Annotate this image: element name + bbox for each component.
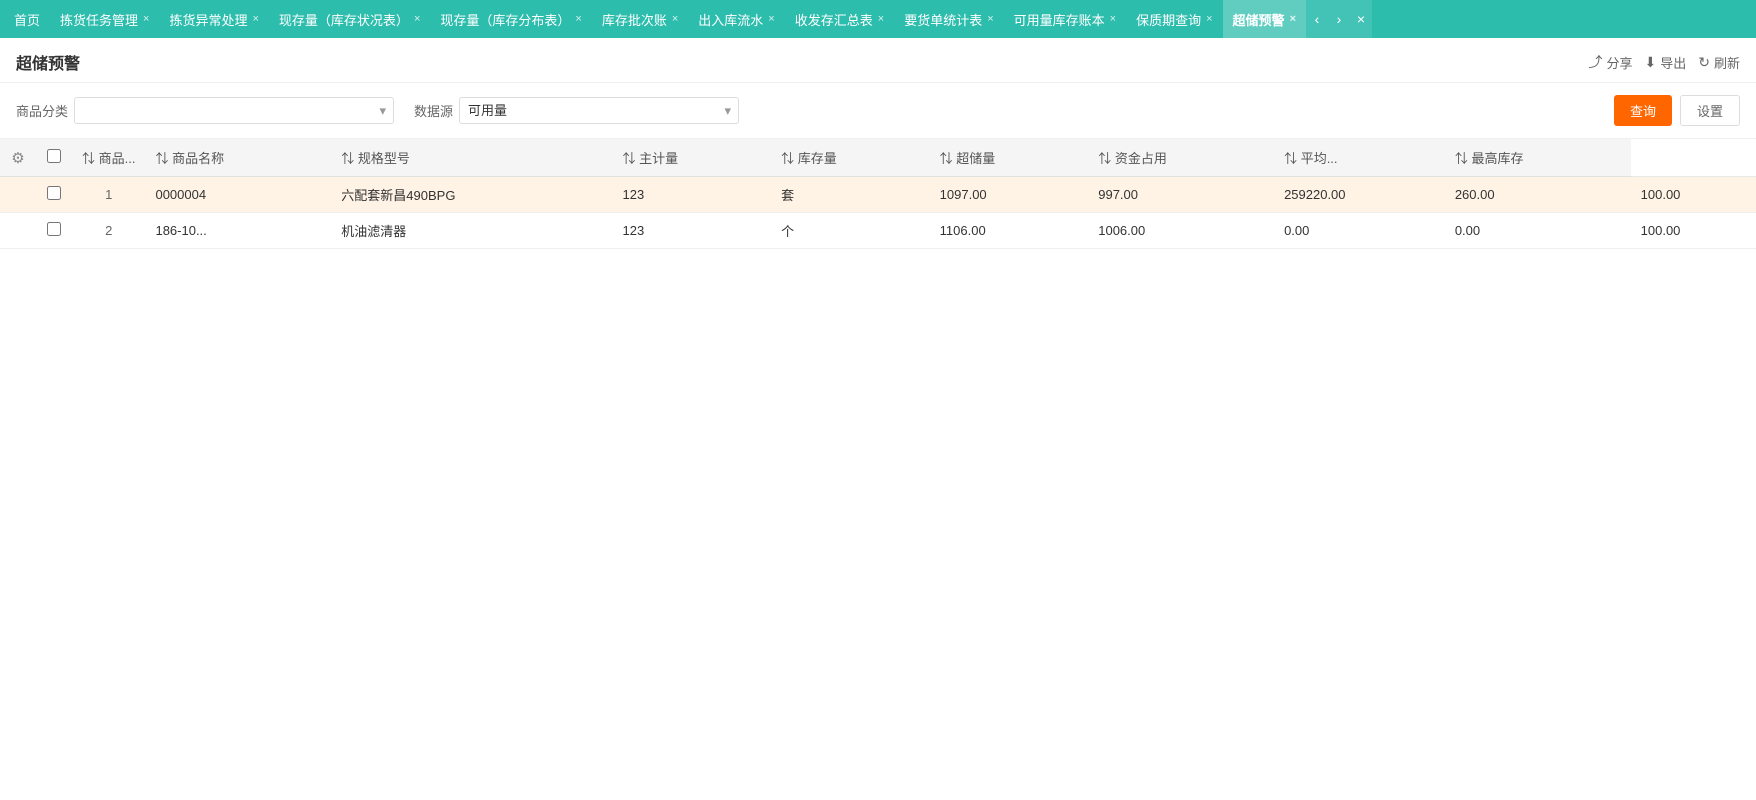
row-checkbox[interactable]: [47, 186, 61, 200]
product-name-column-header[interactable]: ⇅ 商品名称: [145, 139, 331, 177]
filter-bar: 商品分类 数据源 可用量 实际库存 查询 设置: [0, 83, 1756, 139]
row-product-code: 186-10...: [145, 213, 331, 249]
checkbox-column-header[interactable]: [36, 139, 72, 177]
export-button[interactable]: ⬇ 导出: [1645, 53, 1687, 72]
settings-gear-icon[interactable]: ⚙: [11, 150, 24, 167]
row-spec: 123: [613, 213, 772, 249]
close-icon[interactable]: ×: [1290, 13, 1296, 25]
close-icon[interactable]: ×: [414, 13, 420, 25]
export-icon: ⬇: [1645, 54, 1657, 71]
nav-overstock-warning[interactable]: 超储预警 ×: [1223, 0, 1306, 38]
nav-home[interactable]: 首页: [4, 0, 50, 38]
close-icon[interactable]: ×: [987, 13, 993, 25]
row-spec: 123: [613, 177, 772, 213]
row-overstock: 1006.00: [1088, 213, 1274, 249]
nav-order-statistics[interactable]: 要货单统计表 ×: [894, 0, 1003, 38]
row-checkbox[interactable]: [47, 222, 61, 236]
product-category-filter: 商品分类: [16, 97, 394, 124]
share-icon: ⤴: [1588, 52, 1602, 72]
row-settings[interactable]: [0, 213, 36, 249]
settings-button[interactable]: 设置: [1680, 95, 1740, 126]
row-index: 2: [72, 213, 145, 249]
row-stock: 1106.00: [930, 213, 1089, 249]
close-icon[interactable]: ×: [575, 13, 581, 25]
nav-batch-account[interactable]: 库存批次账 ×: [592, 0, 688, 38]
nav-inout-flow[interactable]: 出入库流水 ×: [688, 0, 784, 38]
data-table: ⚙ ⇅ 商品... ⇅ 商品名称 ⇅ 规格型号 ⇅ 主计量: [0, 139, 1756, 249]
nav-task-management[interactable]: 拣货任务管理 ×: [50, 0, 159, 38]
topbar: 首页 拣货任务管理 × 拣货异常处理 × 现存量（库存状况表） × 现存量（库存…: [0, 0, 1756, 38]
row-avg: 260.00: [1445, 177, 1631, 213]
nav-exception-processing[interactable]: 拣货异常处理 ×: [159, 0, 268, 38]
avg-column-header[interactable]: ⇅ 平均...: [1274, 139, 1445, 177]
overstock-column-header[interactable]: ⇅ 超储量: [930, 139, 1089, 177]
nav-close-button[interactable]: ×: [1350, 0, 1372, 38]
row-stock: 1097.00: [930, 177, 1089, 213]
close-icon[interactable]: ×: [252, 13, 258, 25]
nav-next-button[interactable]: ›: [1328, 0, 1350, 38]
refresh-button[interactable]: ↻ 刷新: [1698, 53, 1740, 72]
page-content: 超储预警 ⤴ 分享 ⬇ 导出 ↻ 刷新 商品分类: [0, 38, 1756, 800]
row-checkbox-cell[interactable]: [36, 213, 72, 249]
close-icon[interactable]: ×: [878, 13, 884, 25]
product-category-select-wrapper: [74, 97, 394, 124]
nav-prev-button[interactable]: ‹: [1306, 0, 1328, 38]
product-category-select[interactable]: [74, 97, 394, 124]
page-header: 超储预警 ⤴ 分享 ⬇ 导出 ↻ 刷新: [0, 38, 1756, 83]
spec-column-header[interactable]: ⇅ 规格型号: [331, 139, 612, 177]
nav-receipt-summary[interactable]: 收发存汇总表 ×: [785, 0, 894, 38]
row-index: 1: [72, 177, 145, 213]
data-source-label: 数据源: [414, 101, 453, 120]
nav-warranty-query[interactable]: 保质期查询 ×: [1126, 0, 1222, 38]
settings-column-header[interactable]: ⚙: [0, 139, 36, 177]
close-icon[interactable]: ×: [143, 13, 149, 25]
table-row: 2 186-10... 机油滤清器 123 个 1106.00 1006.00 …: [0, 213, 1756, 249]
max-stock-column-header[interactable]: ⇅ 最高库存: [1445, 139, 1631, 177]
page-actions: ⤴ 分享 ⬇ 导出 ↻ 刷新: [1588, 52, 1740, 72]
close-icon[interactable]: ×: [768, 13, 774, 25]
data-source-filter: 数据源 可用量 实际库存: [414, 97, 739, 124]
row-settings[interactable]: [0, 177, 36, 213]
product-category-label: 商品分类: [16, 101, 68, 120]
stock-column-header[interactable]: ⇅ 库存量: [771, 139, 930, 177]
row-unit: 个: [771, 213, 930, 249]
capital-column-header[interactable]: ⇅ 资金占用: [1088, 139, 1274, 177]
unit-column-header[interactable]: ⇅ 主计量: [613, 139, 772, 177]
table-wrapper: ⚙ ⇅ 商品... ⇅ 商品名称 ⇅ 规格型号 ⇅ 主计量: [0, 139, 1756, 249]
page-title: 超储预警: [16, 50, 80, 74]
data-source-select[interactable]: 可用量 实际库存: [459, 97, 739, 124]
row-checkbox-cell[interactable]: [36, 177, 72, 213]
row-unit: 套: [771, 177, 930, 213]
row-capital: 0.00: [1274, 213, 1445, 249]
row-overstock: 997.00: [1088, 177, 1274, 213]
query-button[interactable]: 查询: [1614, 95, 1672, 126]
row-product-name: 六配套新昌490BPG: [331, 177, 612, 213]
row-product-name: 机油滤清器: [331, 213, 612, 249]
refresh-icon: ↻: [1698, 54, 1710, 71]
select-all-checkbox[interactable]: [47, 149, 61, 163]
data-source-select-wrapper: 可用量 实际库存: [459, 97, 739, 124]
nav-available-ledger[interactable]: 可用量库存账本 ×: [1004, 0, 1126, 38]
filter-actions: 查询 设置: [1614, 95, 1740, 126]
nav-inventory-distribution[interactable]: 现存量（库存分布表） ×: [430, 0, 591, 38]
nav-inventory-status[interactable]: 现存量（库存状况表） ×: [269, 0, 430, 38]
row-product-code: 0000004: [145, 177, 331, 213]
row-capital: 259220.00: [1274, 177, 1445, 213]
product-code-column-header[interactable]: ⇅ 商品...: [72, 139, 145, 177]
close-icon[interactable]: ×: [1110, 13, 1116, 25]
share-button[interactable]: ⤴ 分享: [1588, 52, 1632, 72]
row-max-stock: 100.00: [1631, 177, 1756, 213]
table-row: 1 0000004 六配套新昌490BPG 123 套 1097.00 997.…: [0, 177, 1756, 213]
close-icon[interactable]: ×: [672, 13, 678, 25]
table-header-row: ⚙ ⇅ 商品... ⇅ 商品名称 ⇅ 规格型号 ⇅ 主计量: [0, 139, 1756, 177]
close-icon[interactable]: ×: [1206, 13, 1212, 25]
row-max-stock: 100.00: [1631, 213, 1756, 249]
row-avg: 0.00: [1445, 213, 1631, 249]
